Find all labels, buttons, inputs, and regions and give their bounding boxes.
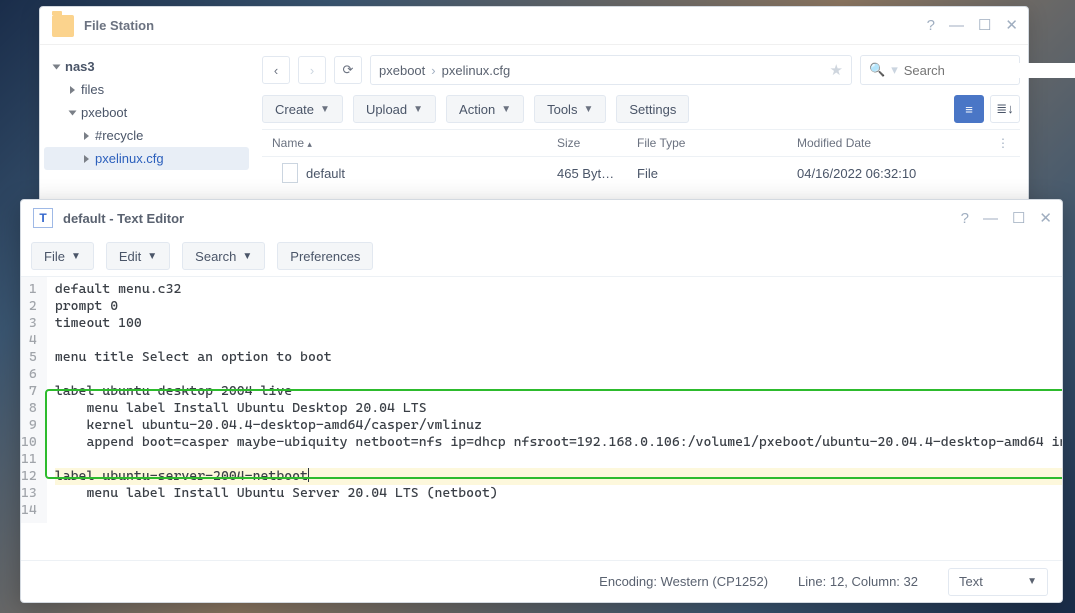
help-icon[interactable]: ? — [961, 211, 969, 226]
status-bar: Encoding: Western (CP1252) Line: 12, Col… — [21, 560, 1062, 602]
caret-down-icon: ▼ — [242, 251, 252, 262]
settings-button[interactable]: Settings — [616, 95, 689, 123]
upload-button[interactable]: Upload▼ — [353, 95, 436, 123]
chevron-right-icon — [70, 86, 75, 94]
maximize-icon[interactable]: ☐ — [1012, 211, 1025, 226]
chevron-right-icon — [84, 132, 89, 140]
caret-down-icon: ▼ — [1027, 576, 1037, 587]
texteditor-icon: T — [33, 208, 53, 228]
text-editor-window: T default - Text Editor ? — ☐ ✕ File▼ Ed… — [20, 199, 1063, 603]
preferences-button[interactable]: Preferences — [277, 242, 373, 270]
tree-item-pxeboot[interactable]: pxeboot — [44, 101, 249, 124]
refresh-button[interactable]: ⟳ — [334, 56, 362, 84]
search-input[interactable] — [904, 63, 1075, 78]
more-columns-icon[interactable]: ⋮ — [997, 136, 1020, 150]
chevron-down-icon — [69, 110, 77, 115]
file-mod: 04/16/2022 06:32:10 — [797, 166, 997, 181]
code-editor[interactable]: 1234567891011121314 default menu.c32prom… — [21, 277, 1062, 523]
caret-down-icon: ▼ — [320, 104, 330, 115]
tree-root[interactable]: nas3 — [44, 55, 249, 78]
view-list-icon[interactable]: ≡ — [954, 95, 984, 123]
action-bar: Create▼ Upload▼ Action▼ Tools▼ Settings … — [262, 95, 1020, 123]
window-controls: ? — ☐ ✕ — [927, 18, 1018, 33]
close-icon[interactable]: ✕ — [1039, 211, 1052, 226]
minimize-icon[interactable]: — — [949, 18, 964, 33]
close-icon[interactable]: ✕ — [1005, 18, 1018, 33]
file-name: default — [306, 166, 345, 181]
caret-down-icon: ▼ — [413, 104, 423, 115]
search-icon: 🔍 — [869, 62, 885, 78]
file-icon — [282, 163, 298, 183]
filestation-title: File Station — [84, 18, 927, 33]
code-area[interactable]: default menu.c32prompt 0timeout 100menu … — [47, 277, 1062, 523]
minimize-icon[interactable]: — — [983, 211, 998, 226]
create-button[interactable]: Create▼ — [262, 95, 343, 123]
action-button[interactable]: Action▼ — [446, 95, 524, 123]
search-box[interactable]: 🔍 ▾ — [860, 55, 1020, 85]
col-size[interactable]: Size — [557, 136, 637, 150]
col-mod[interactable]: Modified Date — [797, 136, 997, 150]
caret-down-icon: ▼ — [583, 104, 593, 115]
breadcrumb[interactable]: pxeboot › pxelinux.cfg ★ — [370, 55, 852, 85]
table-row[interactable]: default 465 Byt… File 04/16/2022 06:32:1… — [262, 157, 1020, 189]
file-type: File — [637, 166, 797, 181]
window-controls: ? — ☐ ✕ — [961, 211, 1052, 226]
caret-down-icon: ▼ — [147, 251, 157, 262]
mode-select[interactable]: Text▼ — [948, 568, 1048, 596]
maximize-icon[interactable]: ☐ — [978, 18, 991, 33]
view-sort-icon[interactable]: ≣↓ — [990, 95, 1020, 123]
col-name[interactable]: Name ▴ — [262, 136, 557, 150]
status-position: Line: 12, Column: 32 — [798, 574, 918, 589]
table-header: Name ▴ Size File Type Modified Date ⋮ — [262, 129, 1020, 157]
texteditor-toolbar: File▼ Edit▼ Search▼ Preferences — [21, 236, 1062, 276]
chevron-right-icon — [84, 155, 89, 163]
folder-icon — [52, 15, 74, 37]
tree-item-pxelinux[interactable]: pxelinux.cfg — [44, 147, 249, 170]
texteditor-title: default - Text Editor — [63, 211, 961, 226]
edit-menu[interactable]: Edit▼ — [106, 242, 170, 270]
texteditor-titlebar: T default - Text Editor ? — ☐ ✕ — [21, 200, 1062, 236]
file-menu[interactable]: File▼ — [31, 242, 94, 270]
help-icon[interactable]: ? — [927, 18, 935, 33]
chevron-right-icon: › — [431, 63, 435, 78]
back-button[interactable]: ‹ — [262, 56, 290, 84]
folder-tree: nas3 files pxeboot #recycle pxelinux.cfg — [40, 45, 254, 197]
chevron-down-icon — [53, 64, 61, 69]
forward-button[interactable]: › — [298, 56, 326, 84]
caret-down-icon: ▼ — [501, 104, 511, 115]
col-type[interactable]: File Type — [637, 136, 797, 150]
tree-item-files[interactable]: files — [44, 78, 249, 101]
tree-item-recycle[interactable]: #recycle — [44, 124, 249, 147]
status-encoding: Encoding: Western (CP1252) — [599, 574, 768, 589]
file-size: 465 Byt… — [557, 166, 637, 181]
tools-button[interactable]: Tools▼ — [534, 95, 606, 123]
line-numbers: 1234567891011121314 — [21, 277, 47, 523]
search-menu[interactable]: Search▼ — [182, 242, 265, 270]
filestation-titlebar: File Station ? — ☐ ✕ — [40, 7, 1028, 45]
nav-bar: ‹ › ⟳ pxeboot › pxelinux.cfg ★ 🔍 ▾ — [262, 49, 1020, 91]
star-icon[interactable]: ★ — [830, 61, 843, 79]
caret-down-icon: ▼ — [71, 251, 81, 262]
